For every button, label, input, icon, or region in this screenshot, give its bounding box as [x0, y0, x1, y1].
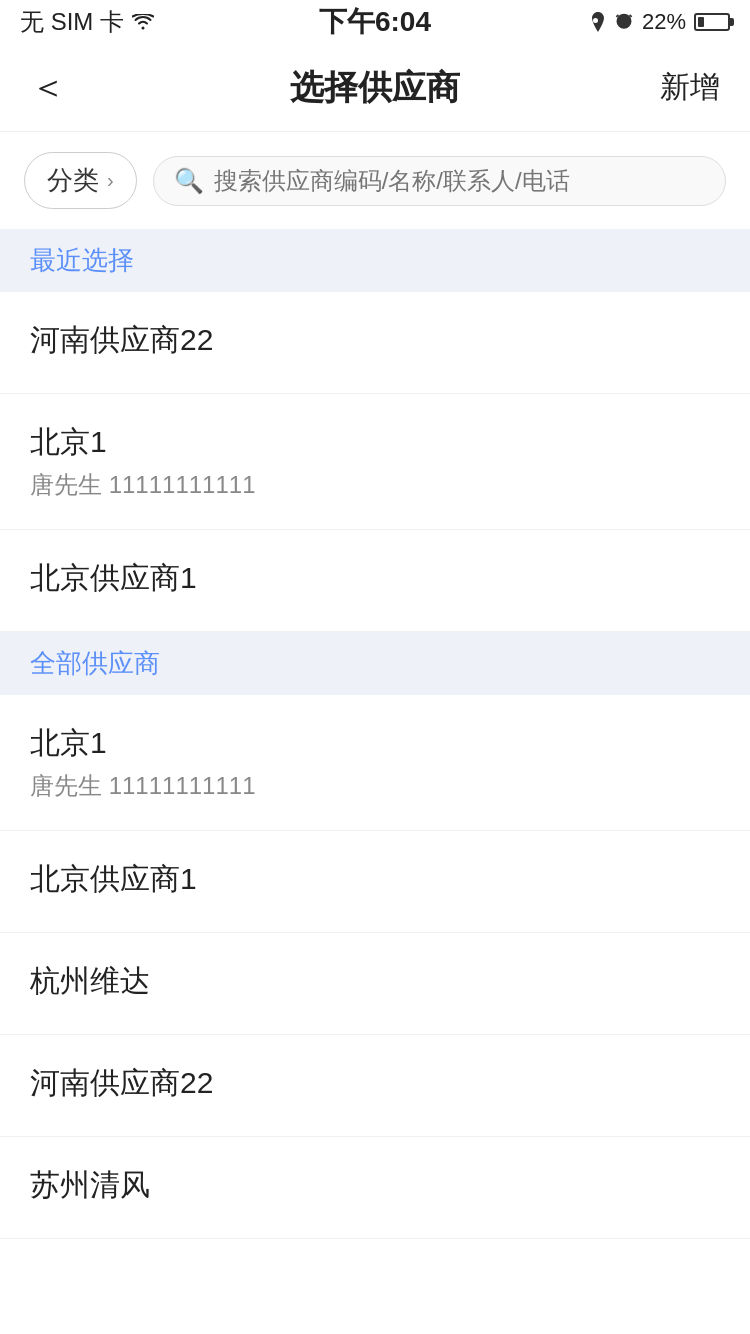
status-bar-left: 无 SIM 卡	[20, 6, 154, 38]
item-sub: 唐先生 11111111111	[30, 469, 720, 501]
item-name: 苏州清风	[30, 1165, 720, 1206]
item-name: 河南供应商22	[30, 320, 720, 361]
list-item[interactable]: 北京供应商1	[0, 530, 750, 632]
recent-list: 河南供应商22 北京1 唐先生 11111111111 北京供应商1	[0, 292, 750, 632]
item-name: 北京1	[30, 723, 720, 764]
back-button[interactable]: ＜	[30, 63, 110, 112]
nav-bar: ＜ 选择供应商 新增	[0, 44, 750, 132]
item-name: 北京1	[30, 422, 720, 463]
category-filter[interactable]: 分类 ›	[24, 152, 137, 209]
item-sub: 唐先生 11111111111	[30, 770, 720, 802]
location-icon	[590, 12, 606, 32]
list-item[interactable]: 杭州维达	[0, 933, 750, 1035]
status-bar-time: 下午6:04	[319, 3, 431, 41]
list-item[interactable]: 河南供应商22	[0, 1035, 750, 1137]
add-button[interactable]: 新增	[640, 67, 720, 108]
item-name: 北京供应商1	[30, 558, 720, 599]
recent-section-header: 最近选择	[0, 229, 750, 292]
wifi-icon	[132, 14, 154, 30]
filter-bar: 分类 › 🔍	[0, 132, 750, 229]
battery-percent: 22%	[642, 9, 686, 35]
list-item[interactable]: 北京供应商1	[0, 831, 750, 933]
search-box[interactable]: 🔍	[153, 156, 726, 206]
status-bar-right: 22%	[590, 9, 730, 35]
list-item[interactable]: 北京1 唐先生 11111111111	[0, 394, 750, 530]
category-label: 分类	[47, 163, 99, 198]
battery-icon	[694, 13, 730, 31]
search-input[interactable]	[214, 167, 705, 195]
all-section-label: 全部供应商	[30, 648, 160, 678]
item-name: 北京供应商1	[30, 859, 720, 900]
list-item[interactable]: 苏州清风	[0, 1137, 750, 1239]
item-name: 杭州维达	[30, 961, 720, 1002]
search-icon: 🔍	[174, 167, 204, 195]
list-item[interactable]: 河南供应商22	[0, 292, 750, 394]
all-list: 北京1 唐先生 11111111111 北京供应商1 杭州维达河南供应商22 苏州清风	[0, 695, 750, 1239]
page-title: 选择供应商	[110, 65, 640, 111]
all-section-header: 全部供应商	[0, 632, 750, 695]
sim-label: 无 SIM 卡	[20, 6, 124, 38]
item-name: 河南供应商22	[30, 1063, 720, 1104]
chevron-right-icon: ›	[107, 169, 114, 192]
status-bar: 无 SIM 卡 下午6:04 22%	[0, 0, 750, 44]
recent-section-label: 最近选择	[30, 245, 134, 275]
list-item[interactable]: 北京1 唐先生 11111111111	[0, 695, 750, 831]
alarm-icon	[614, 12, 634, 32]
